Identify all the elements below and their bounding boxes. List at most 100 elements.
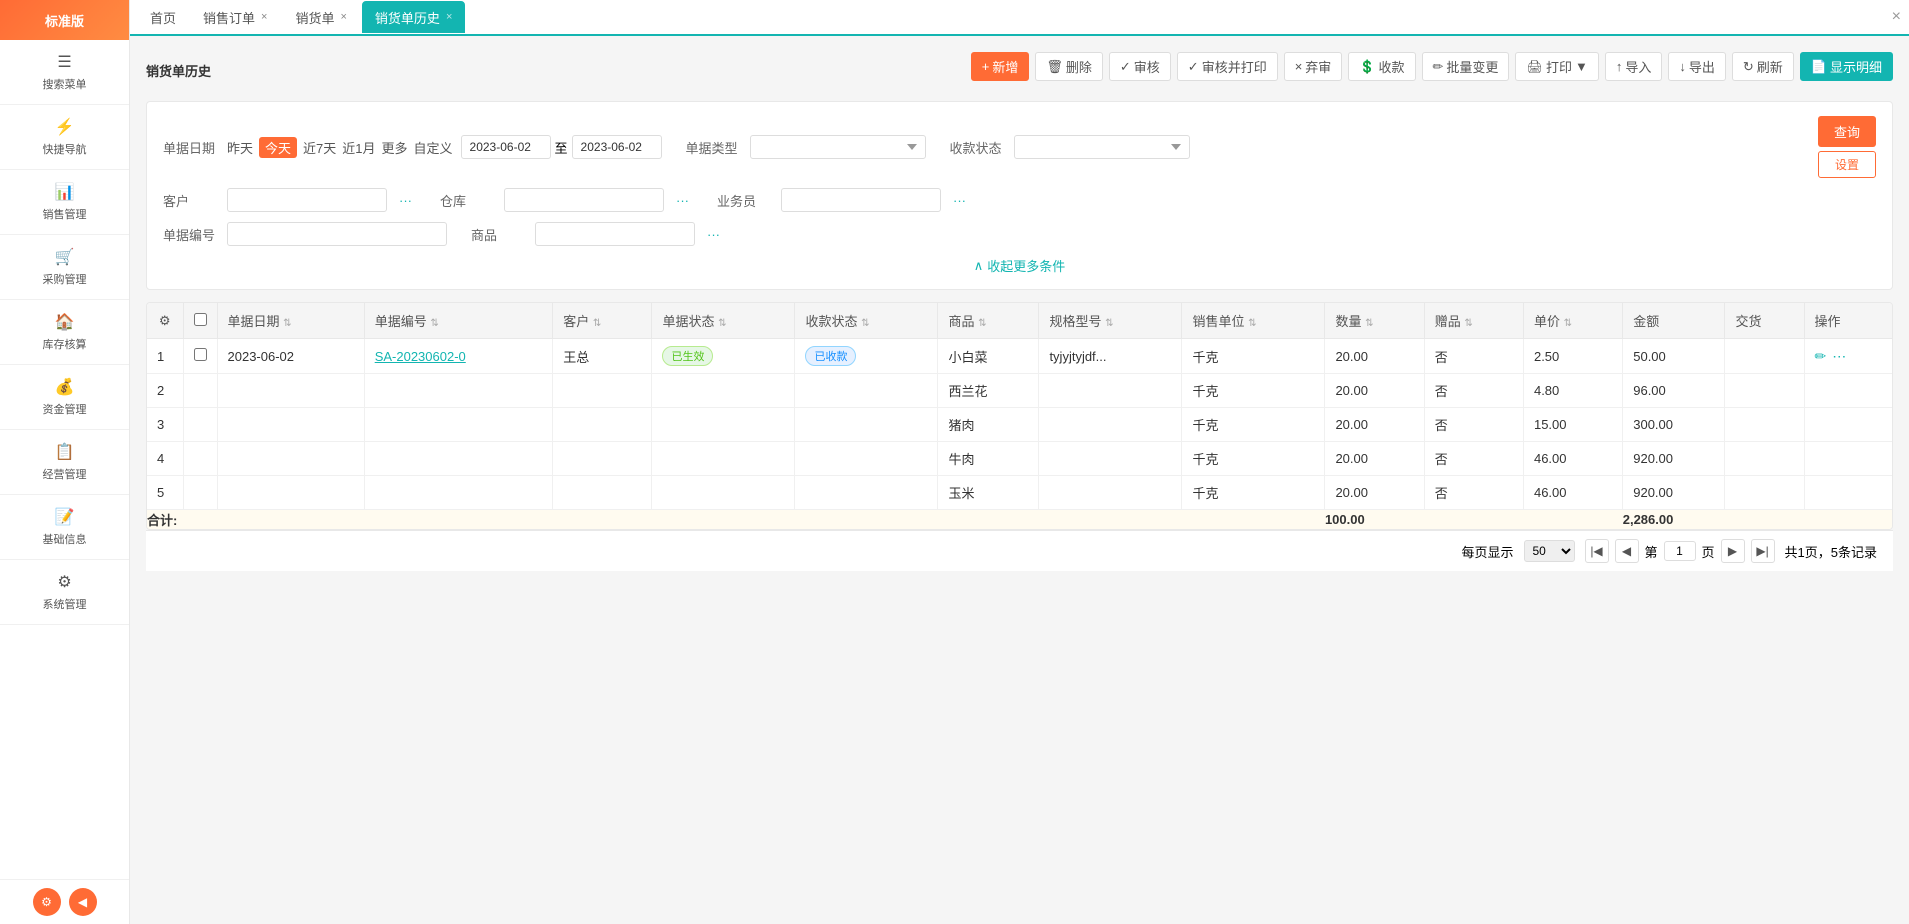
tab-sales-delivery[interactable]: 销货单 × bbox=[282, 1, 359, 33]
audit-print-button[interactable]: ✓ 审核并打印 bbox=[1177, 52, 1278, 81]
date-from-input[interactable] bbox=[461, 135, 551, 159]
shortcut-today[interactable]: 今天 bbox=[259, 137, 297, 158]
shortcut-yesterday[interactable]: 昨天 bbox=[227, 138, 253, 157]
col-settings[interactable]: ⚙ bbox=[147, 303, 183, 339]
row-num: 2 bbox=[147, 374, 183, 408]
sort-unit-icon[interactable]: ⇅ bbox=[1248, 318, 1256, 329]
warehouse-input[interactable] bbox=[504, 188, 664, 212]
page-number-input[interactable] bbox=[1664, 541, 1696, 561]
more-icon[interactable]: ⋯ bbox=[1832, 348, 1846, 365]
batch-change-button[interactable]: ✏ 批量变更 bbox=[1422, 52, 1510, 81]
customer-input[interactable] bbox=[227, 188, 387, 212]
collect-button[interactable]: 💲 收款 bbox=[1348, 52, 1415, 81]
cell-gift: 否 bbox=[1424, 374, 1523, 408]
warehouse-picker-btn[interactable]: ··· bbox=[672, 191, 693, 210]
sidebar-item-operations[interactable]: 📋 经营管理 bbox=[0, 430, 129, 495]
sort-gift-icon[interactable]: ⇅ bbox=[1464, 318, 1472, 329]
export-button[interactable]: ↓ 导出 bbox=[1668, 52, 1726, 81]
row-select-checkbox[interactable] bbox=[194, 348, 207, 361]
collect-icon: 💲 bbox=[1359, 59, 1375, 75]
tab-sales-order-close[interactable]: × bbox=[261, 11, 267, 23]
last-page-btn[interactable]: ▶| bbox=[1751, 539, 1775, 563]
tab-sales-history[interactable]: 销货单历史 × bbox=[362, 1, 465, 33]
import-button[interactable]: ↑ 导入 bbox=[1605, 52, 1663, 81]
sort-unit-price-icon[interactable]: ⇅ bbox=[1564, 318, 1572, 329]
cell-amount: 96.00 bbox=[1623, 374, 1725, 408]
query-button[interactable]: 查询 bbox=[1818, 116, 1876, 147]
refresh-button[interactable]: ↻ 刷新 bbox=[1732, 52, 1794, 81]
sidebar-settings-btn[interactable]: ⚙ bbox=[33, 888, 61, 916]
sort-product-icon[interactable]: ⇅ bbox=[978, 318, 986, 329]
sidebar-collapse-btn[interactable]: ◀ bbox=[69, 888, 97, 916]
date-to-input[interactable] bbox=[572, 135, 662, 159]
sidebar-item-basic-info[interactable]: 📝 基础信息 bbox=[0, 495, 129, 560]
row-checkbox[interactable] bbox=[183, 442, 217, 476]
sort-pay-status-icon[interactable]: ⇅ bbox=[861, 318, 869, 329]
new-button[interactable]: + 新增 bbox=[971, 52, 1030, 81]
sidebar-item-search-menu[interactable]: ☰ 搜索菜单 bbox=[0, 40, 129, 105]
row-checkbox[interactable] bbox=[183, 374, 217, 408]
table-footer: 每页显示 50 20 100 |◀ ◀ 第 页 ▶ ▶| 共1页，5条记录 bbox=[146, 530, 1893, 571]
sort-doc-status-icon[interactable]: ⇅ bbox=[718, 318, 726, 329]
summary-empty2 bbox=[1424, 510, 1523, 530]
sidebar-item-finance[interactable]: 💰 资金管理 bbox=[0, 365, 129, 430]
salesperson-input[interactable] bbox=[781, 188, 941, 212]
doc-no-link[interactable]: SA-20230602-0 bbox=[375, 349, 466, 364]
sidebar: 标准版 ☰ 搜索菜单 ⚡ 快捷导航 📊 销售管理 🛒 采购管理 🏠 库存核算 💰… bbox=[0, 0, 130, 924]
main-area: 首页 销售订单 × 销货单 × 销货单历史 × × 销货单历史 + 新增 bbox=[130, 0, 1909, 924]
sort-spec-icon[interactable]: ⇅ bbox=[1105, 318, 1113, 329]
edit-icon[interactable]: ✏ bbox=[1815, 348, 1827, 365]
row-checkbox[interactable] bbox=[183, 476, 217, 510]
show-detail-button[interactable]: 📄 显示明细 bbox=[1800, 52, 1893, 81]
sort-doc-no-icon[interactable]: ⇅ bbox=[430, 318, 438, 329]
col-pay-status: 收款状态 ⇅ bbox=[795, 303, 938, 339]
col-checkbox[interactable] bbox=[183, 303, 217, 339]
sidebar-item-purchase-mgmt[interactable]: 🛒 采购管理 bbox=[0, 235, 129, 300]
prev-page-btn[interactable]: ◀ bbox=[1615, 539, 1639, 563]
delete-button[interactable]: 🗑 删除 bbox=[1035, 52, 1103, 81]
product-input[interactable] bbox=[535, 222, 695, 246]
sort-doc-date-icon[interactable]: ⇅ bbox=[283, 318, 291, 329]
shortcut-1month[interactable]: 近1月 bbox=[342, 138, 375, 157]
collapse-filter-btn[interactable]: ∧ 收起更多条件 bbox=[163, 256, 1876, 275]
shortcut-more[interactable]: 更多 bbox=[382, 138, 408, 157]
cell-unit-price: 2.50 bbox=[1523, 339, 1622, 374]
row-num: 5 bbox=[147, 476, 183, 510]
row-checkbox[interactable] bbox=[183, 339, 217, 374]
sidebar-item-sales-mgmt[interactable]: 📊 销售管理 bbox=[0, 170, 129, 235]
tab-sales-order[interactable]: 销售订单 × bbox=[190, 1, 280, 33]
sidebar-item-system-mgmt[interactable]: ⚙ 系统管理 bbox=[0, 560, 129, 625]
print-button[interactable]: 🖨 打印 ▼ bbox=[1515, 52, 1598, 81]
salesperson-picker-btn[interactable]: ··· bbox=[949, 191, 970, 210]
shortcut-7days[interactable]: 近7天 bbox=[303, 138, 336, 157]
col-transaction: 交货 bbox=[1725, 303, 1804, 339]
audit-button[interactable]: ✓ 审核 bbox=[1109, 52, 1171, 81]
doc-type-select[interactable] bbox=[750, 135, 926, 159]
pay-status-select[interactable] bbox=[1014, 135, 1190, 159]
col-unit-price: 单价 ⇅ bbox=[1523, 303, 1622, 339]
customer-label: 客户 bbox=[163, 191, 219, 210]
abandon-button[interactable]: × 弃审 bbox=[1284, 52, 1343, 81]
sort-qty-icon[interactable]: ⇅ bbox=[1365, 318, 1373, 329]
cell-amount: 920.00 bbox=[1623, 442, 1725, 476]
set-button[interactable]: 设置 bbox=[1818, 151, 1876, 178]
next-page-btn[interactable]: ▶ bbox=[1721, 539, 1745, 563]
sort-customer-icon[interactable]: ⇅ bbox=[593, 318, 601, 329]
cell-unit-price: 46.00 bbox=[1523, 476, 1622, 510]
cell-pay-status bbox=[795, 374, 938, 408]
sidebar-item-quick-nav[interactable]: ⚡ 快捷导航 bbox=[0, 105, 129, 170]
shortcut-custom[interactable]: 自定义 bbox=[414, 138, 453, 157]
sidebar-item-inventory[interactable]: 🏠 库存核算 bbox=[0, 300, 129, 365]
tab-home[interactable]: 首页 bbox=[138, 1, 188, 33]
doc-no-input[interactable] bbox=[227, 222, 447, 246]
customer-picker-btn[interactable]: ··· bbox=[395, 191, 416, 210]
first-page-btn[interactable]: |◀ bbox=[1585, 539, 1609, 563]
select-all-checkbox[interactable] bbox=[194, 313, 207, 326]
row-checkbox[interactable] bbox=[183, 408, 217, 442]
page-size-select[interactable]: 50 20 100 bbox=[1524, 540, 1575, 562]
tab-sales-history-close[interactable]: × bbox=[446, 11, 452, 23]
window-close-btn[interactable]: × bbox=[1892, 8, 1901, 26]
tab-sales-delivery-close[interactable]: × bbox=[340, 11, 346, 23]
product-picker-btn[interactable]: ··· bbox=[703, 225, 724, 244]
total-records-label: 共1页，5条记录 bbox=[1785, 542, 1877, 561]
